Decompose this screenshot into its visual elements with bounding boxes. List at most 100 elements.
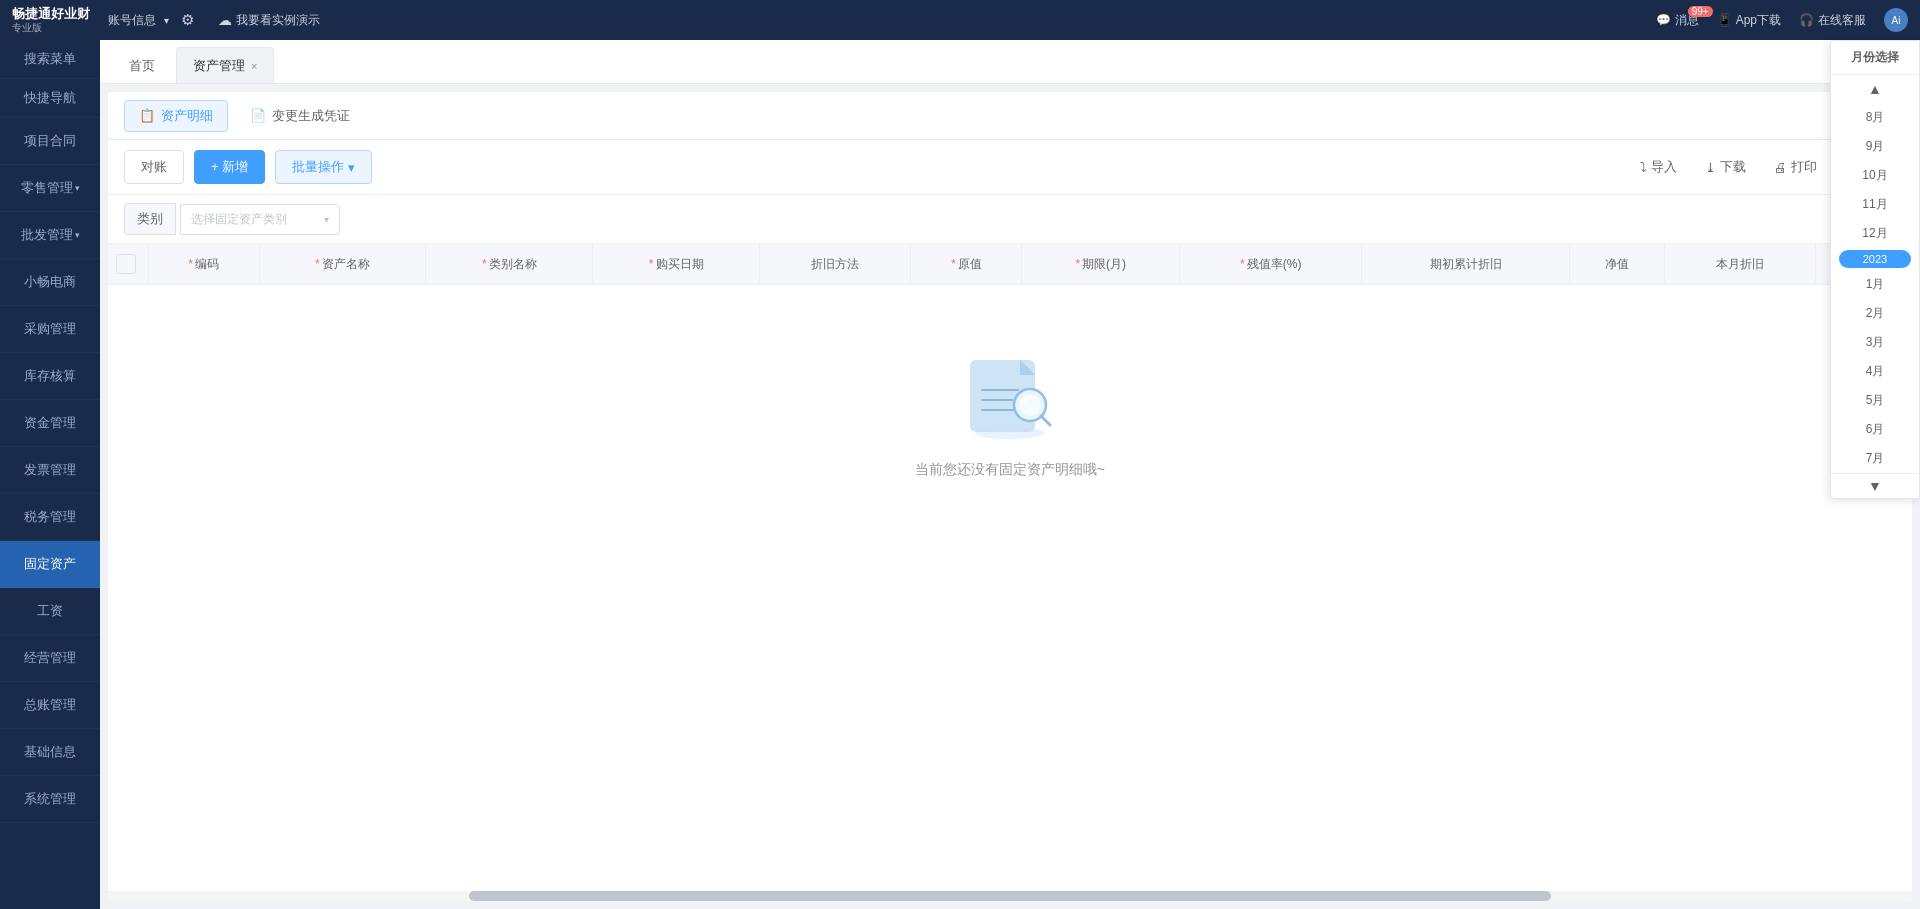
download-icon: ⤓: [1705, 160, 1716, 175]
sidebar-item-quick-nav[interactable]: 快捷导航: [0, 79, 100, 118]
asset-table: *编码 *资产名称 *类别名称 *购买日期 折旧方法 *原值 *期限(月) *残…: [108, 244, 1912, 539]
empty-text: 当前您还没有固定资产明细哦~: [915, 461, 1105, 479]
import-icon: ⤵: [1640, 160, 1647, 175]
sidebar-item-finance[interactable]: 资金管理: [0, 400, 100, 447]
add-button[interactable]: + 新增: [194, 150, 265, 184]
online-service-button[interactable]: 🎧 在线客服: [1799, 12, 1866, 29]
sidebar-item-search-menu[interactable]: 搜索菜单: [0, 40, 100, 79]
th-residual-rate: *残值率(%): [1180, 244, 1362, 285]
month-item-12[interactable]: 12月: [1831, 219, 1919, 248]
sub-tab-asset-detail[interactable]: 📋 资产明细: [124, 100, 228, 132]
month-item-5[interactable]: 5月: [1831, 386, 1919, 415]
svg-line-7: [1041, 416, 1050, 425]
cloud-icon: ☁: [218, 12, 232, 28]
page-content: 📋 资产明细 📄 变更生成凭证 对账 + 新增: [108, 92, 1912, 901]
toolbar: 对账 + 新增 批量操作 ▾ ⤵ 导入: [108, 140, 1912, 195]
filter-bar: 类别 选择固定资产类别 ▾: [108, 195, 1912, 244]
sidebar-item-retail-mgmt[interactable]: 零售管理 ▾: [0, 165, 100, 212]
top-bar: 畅捷通好业财 专业版 账号信息 ▾ ⚙ ☁ 我要看实例演示 💬 消息 99+ 📱…: [0, 0, 1920, 40]
chevron-down-icon: ▾: [324, 214, 329, 225]
sidebar-item-fixed-assets[interactable]: 固定资产: [0, 541, 100, 588]
sub-tab-change-voucher[interactable]: 📄 变更生成凭证: [236, 101, 364, 131]
month-item-4[interactable]: 4月: [1831, 357, 1919, 386]
horizontal-scrollbar[interactable]: [108, 891, 1912, 901]
month-item-9[interactable]: 9月: [1831, 132, 1919, 161]
settings-icon[interactable]: ⚙: [181, 11, 194, 29]
month-item-6[interactable]: 6月: [1831, 415, 1919, 444]
sidebar-item-purchase-mgmt[interactable]: 采购管理: [0, 306, 100, 353]
print-button[interactable]: 🖨 打印: [1764, 152, 1827, 182]
month-item-11[interactable]: 11月: [1831, 190, 1919, 219]
sidebar-item-payroll[interactable]: 工资: [0, 588, 100, 635]
download-button[interactable]: ⤓ 下载: [1695, 152, 1756, 182]
month-list: 8月 9月 10月 11月 12月 2023 1月 2月 3月 4月 5月 6月…: [1831, 103, 1919, 473]
table-header-row: *编码 *资产名称 *类别名称 *购买日期 折旧方法 *原值 *期限(月) *残…: [108, 244, 1912, 285]
sidebar-item-system-mgmt[interactable]: 系统管理: [0, 776, 100, 823]
chevron-down-icon: ▾: [75, 230, 80, 240]
sub-tab-bar: 📋 资产明细 📄 变更生成凭证: [108, 92, 1912, 140]
inner-content: 📋 资产明细 📄 变更生成凭证 对账 + 新增: [108, 92, 1912, 901]
account-dropdown-icon[interactable]: ▾: [164, 15, 169, 26]
th-monthly-depreciation: 本月折旧: [1665, 244, 1816, 285]
th-category-name: *类别名称: [426, 244, 593, 285]
category-label: 类别: [124, 203, 176, 235]
select-all-checkbox[interactable]: [116, 254, 136, 274]
sidebar-item-tax-mgmt[interactable]: 税务管理: [0, 494, 100, 541]
message-button[interactable]: 💬 消息 99+: [1656, 12, 1699, 29]
sidebar-item-general-ledger[interactable]: 总账管理: [0, 682, 100, 729]
sidebar-item-ecommerce[interactable]: 小畅电商: [0, 259, 100, 306]
month-picker-up-button[interactable]: ▲: [1862, 79, 1888, 99]
sidebar-item-wholesale-mgmt[interactable]: 批发管理 ▾: [0, 212, 100, 259]
th-period-months: *期限(月): [1022, 244, 1180, 285]
reconcile-button[interactable]: 对账: [124, 150, 184, 184]
demo-link[interactable]: ☁ 我要看实例演示: [218, 12, 320, 29]
print-icon: 🖨: [1774, 160, 1787, 175]
month-picker-footer: ▼: [1831, 473, 1919, 498]
scroll-thumb[interactable]: [469, 891, 1551, 901]
category-select[interactable]: 选择固定资产类别 ▾: [180, 204, 340, 235]
th-depreciation-method: 折旧方法: [760, 244, 911, 285]
doc-icon: 📄: [250, 108, 266, 123]
th-net-value: 净值: [1569, 244, 1664, 285]
svg-point-6: [1019, 394, 1041, 416]
th-code: *编码: [148, 244, 259, 285]
list-icon: 📋: [139, 108, 155, 123]
table-area: *编码 *资产名称 *类别名称 *购买日期 折旧方法 *原值 *期限(月) *残…: [108, 244, 1912, 891]
message-icon: 💬: [1656, 13, 1671, 27]
month-picker-panel: 月份选择 ▲ 8月 9月 10月 11月 12月 2023 1月 2月 3月 4…: [1830, 40, 1920, 499]
th-original-value: *原值: [911, 244, 1022, 285]
tab-asset-mgmt[interactable]: 资产管理 ×: [176, 47, 274, 83]
month-picker-down-button[interactable]: ▼: [1868, 478, 1882, 494]
sidebar: 搜索菜单 快捷导航 项目合同 零售管理 ▾ 批发管理 ▾ 小畅电商 采购管理 库…: [0, 40, 100, 909]
th-purchase-date: *购买日期: [593, 244, 760, 285]
batch-ops-arrow-icon: ▾: [348, 160, 355, 175]
month-item-3[interactable]: 3月: [1831, 328, 1919, 357]
app-download-button[interactable]: 📱 App下载: [1717, 12, 1781, 29]
sidebar-item-project-contract[interactable]: 项目合同: [0, 118, 100, 165]
top-bar-right: 💬 消息 99+ 📱 App下载 🎧 在线客服 Ai: [1656, 8, 1908, 32]
svg-point-8: [1022, 397, 1028, 403]
tab-bar: 首页 资产管理 ×: [100, 40, 1920, 84]
category-filter[interactable]: 类别 选择固定资产类别 ▾: [124, 203, 340, 235]
sidebar-item-inventory[interactable]: 库存核算: [0, 353, 100, 400]
user-avatar[interactable]: Ai: [1884, 8, 1908, 32]
tab-close-icon[interactable]: ×: [251, 60, 257, 72]
empty-state-icon: [950, 345, 1070, 445]
month-item-2[interactable]: 2月: [1831, 299, 1919, 328]
month-item-7[interactable]: 7月: [1831, 444, 1919, 473]
month-item-8[interactable]: 8月: [1831, 103, 1919, 132]
empty-row: 当前您还没有固定资产明细哦~: [108, 285, 1912, 540]
phone-icon: 📱: [1717, 13, 1732, 27]
th-accumulated-depreciation: 期初累计折旧: [1362, 244, 1569, 285]
account-info[interactable]: 账号信息: [108, 12, 156, 29]
sidebar-item-invoice-mgmt[interactable]: 发票管理: [0, 447, 100, 494]
th-asset-name: *资产名称: [259, 244, 426, 285]
batch-ops-button[interactable]: 批量操作 ▾: [275, 150, 372, 184]
headset-icon: 🎧: [1799, 13, 1814, 27]
tab-home[interactable]: 首页: [112, 47, 172, 83]
import-button[interactable]: ⤵ 导入: [1630, 152, 1687, 182]
sidebar-item-operation-mgmt[interactable]: 经营管理: [0, 635, 100, 682]
month-item-1[interactable]: 1月: [1831, 270, 1919, 299]
month-item-10[interactable]: 10月: [1831, 161, 1919, 190]
sidebar-item-basic-info[interactable]: 基础信息: [0, 729, 100, 776]
